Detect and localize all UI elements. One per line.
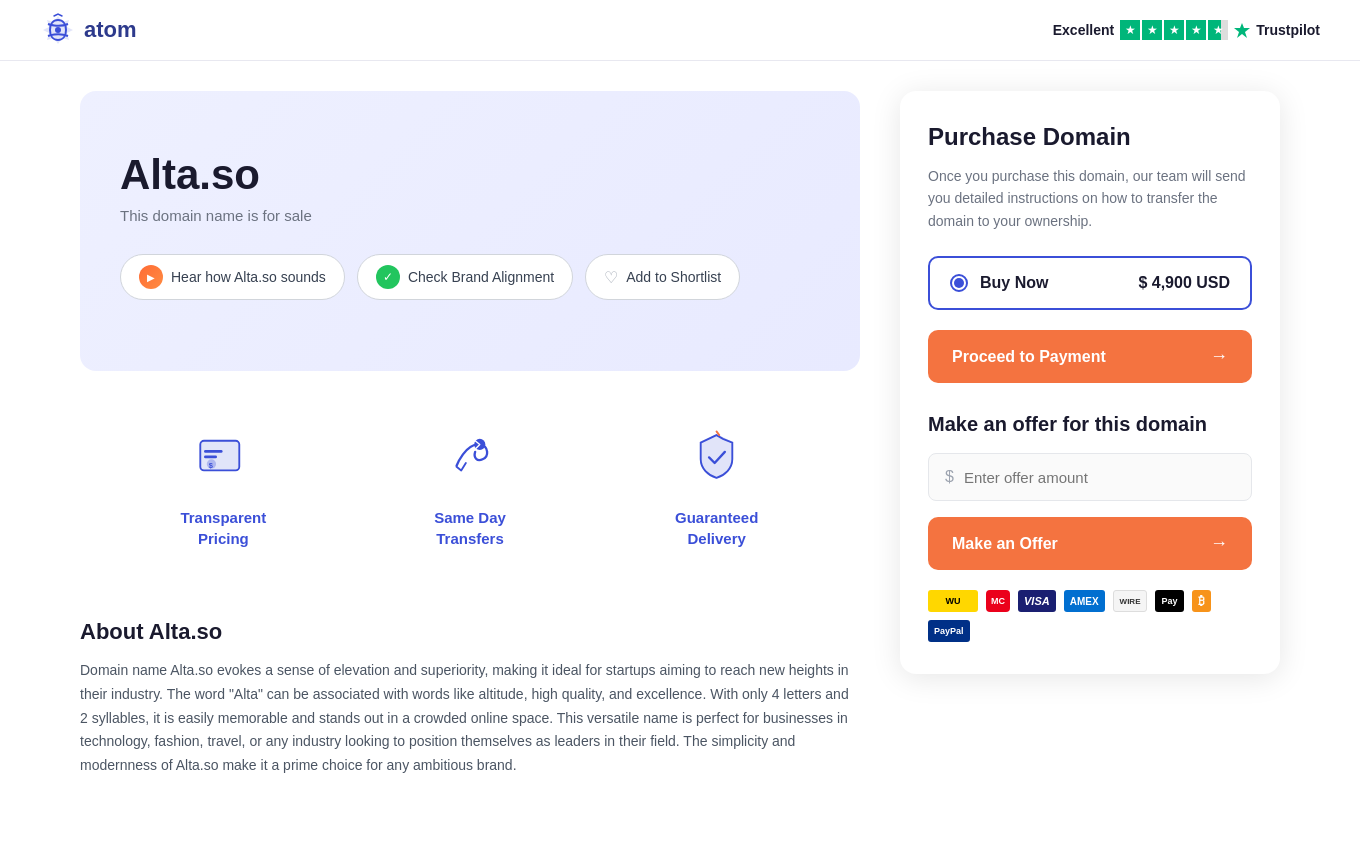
transparent-pricing-icon: $	[191, 424, 256, 489]
svg-rect-2	[200, 440, 239, 470]
trustpilot-logo-text: Trustpilot	[1256, 22, 1320, 38]
visa-badge: VISA	[1018, 590, 1056, 612]
buy-now-label: Buy Now	[980, 274, 1048, 292]
purchase-description: Once you purchase this domain, our team …	[928, 165, 1252, 232]
mastercard-badge: MC	[986, 590, 1010, 612]
svg-rect-4	[204, 450, 223, 453]
radio-selected-icon	[950, 274, 968, 292]
proceed-to-payment-button[interactable]: Proceed to Payment →	[928, 330, 1252, 383]
make-offer-label: Make an Offer	[952, 535, 1058, 553]
logo-text: atom	[84, 17, 137, 43]
transparent-pricing-label: TransparentPricing	[180, 507, 266, 549]
purchase-title: Purchase Domain	[928, 123, 1252, 151]
check-brand-button[interactable]: ✓ Check Brand Alignment	[357, 254, 573, 300]
trustpilot-logo-icon	[1234, 22, 1250, 38]
buy-now-price: $ 4,900 USD	[1138, 274, 1230, 292]
atom-logo-icon	[40, 12, 76, 48]
western-union-badge: WU	[928, 590, 978, 612]
hear-sounds-button[interactable]: ▶ Hear how Alta.so sounds	[120, 254, 345, 300]
trustpilot-area: Excellent ★ ★ ★ ★ ★ Trustpilot	[1053, 20, 1320, 40]
same-day-transfers-label: Same DayTransfers	[434, 507, 506, 549]
logo-area: atom	[40, 12, 137, 48]
offer-input-wrap: $	[928, 453, 1252, 501]
svg-marker-1	[1234, 23, 1250, 38]
trustpilot-stars: ★ ★ ★ ★ ★	[1120, 20, 1228, 40]
proceed-label: Proceed to Payment	[952, 348, 1106, 366]
play-icon: ▶	[139, 265, 163, 289]
feature-same-day-transfers: Same DayTransfers	[347, 421, 594, 549]
guaranteed-delivery-icon	[684, 424, 749, 489]
payment-methods: WU MC VISA AMEX WIRE Pay ₿ PayPal	[928, 590, 1252, 642]
star-2: ★	[1142, 20, 1162, 40]
domain-title: Alta.so	[120, 151, 820, 199]
guaranteed-delivery-label: GuaranteedDelivery	[675, 507, 758, 549]
svg-point-0	[55, 27, 61, 33]
domain-subtitle: This domain name is for sale	[120, 207, 820, 224]
main-container: Alta.so This domain name is for sale ▶ H…	[40, 61, 1320, 818]
star-4: ★	[1186, 20, 1206, 40]
star-1: ★	[1120, 20, 1140, 40]
guaranteed-delivery-icon-wrap	[682, 421, 752, 491]
features-section: $ TransparentPricing Same DayTransfers	[80, 371, 860, 599]
about-title: About Alta.so	[80, 619, 860, 645]
amex-badge: AMEX	[1064, 590, 1105, 612]
paypal-badge: PayPal	[928, 620, 970, 642]
add-shortlist-button[interactable]: ♡ Add to Shortlist	[585, 254, 740, 300]
star-5: ★	[1208, 20, 1228, 40]
offer-title: Make an offer for this domain	[928, 411, 1252, 437]
buy-now-option[interactable]: Buy Now $ 4,900 USD	[928, 256, 1252, 310]
buy-now-left: Buy Now	[950, 274, 1048, 292]
apple-pay-badge: Pay	[1155, 590, 1183, 612]
bitcoin-badge: ₿	[1192, 590, 1211, 612]
dollar-sign-icon: $	[945, 468, 954, 486]
right-column: Purchase Domain Once you purchase this d…	[900, 91, 1280, 674]
about-section: About Alta.so Domain name Alta.so evokes…	[80, 599, 860, 818]
radio-inner	[954, 278, 964, 288]
check-icon: ✓	[376, 265, 400, 289]
same-day-transfers-icon-wrap	[435, 421, 505, 491]
feature-guaranteed-delivery: GuaranteedDelivery	[593, 421, 840, 549]
make-offer-button[interactable]: Make an Offer →	[928, 517, 1252, 570]
same-day-transfers-icon	[438, 424, 503, 489]
wire-badge: WIRE	[1113, 590, 1148, 612]
svg-rect-5	[204, 455, 217, 458]
hear-sounds-label: Hear how Alta.so sounds	[171, 269, 326, 285]
left-column: Alta.so This domain name is for sale ▶ H…	[80, 61, 860, 818]
shortlist-label: Add to Shortlist	[626, 269, 721, 285]
star-3: ★	[1164, 20, 1184, 40]
make-offer-arrow-icon: →	[1210, 533, 1228, 554]
hero-section: Alta.so This domain name is for sale ▶ H…	[80, 91, 860, 371]
check-brand-label: Check Brand Alignment	[408, 269, 554, 285]
heart-icon: ♡	[604, 268, 618, 287]
offer-amount-input[interactable]	[964, 469, 1235, 486]
trustpilot-excellent: Excellent	[1053, 22, 1114, 38]
feature-transparent-pricing: $ TransparentPricing	[100, 421, 347, 549]
action-buttons: ▶ Hear how Alta.so sounds ✓ Check Brand …	[120, 254, 820, 300]
header: atom Excellent ★ ★ ★ ★ ★ Trustpilot	[0, 0, 1360, 61]
arrow-right-icon: →	[1210, 346, 1228, 367]
transparent-pricing-icon-wrap: $	[188, 421, 258, 491]
about-text: Domain name Alta.so evokes a sense of el…	[80, 659, 860, 778]
purchase-panel: Purchase Domain Once you purchase this d…	[900, 91, 1280, 674]
